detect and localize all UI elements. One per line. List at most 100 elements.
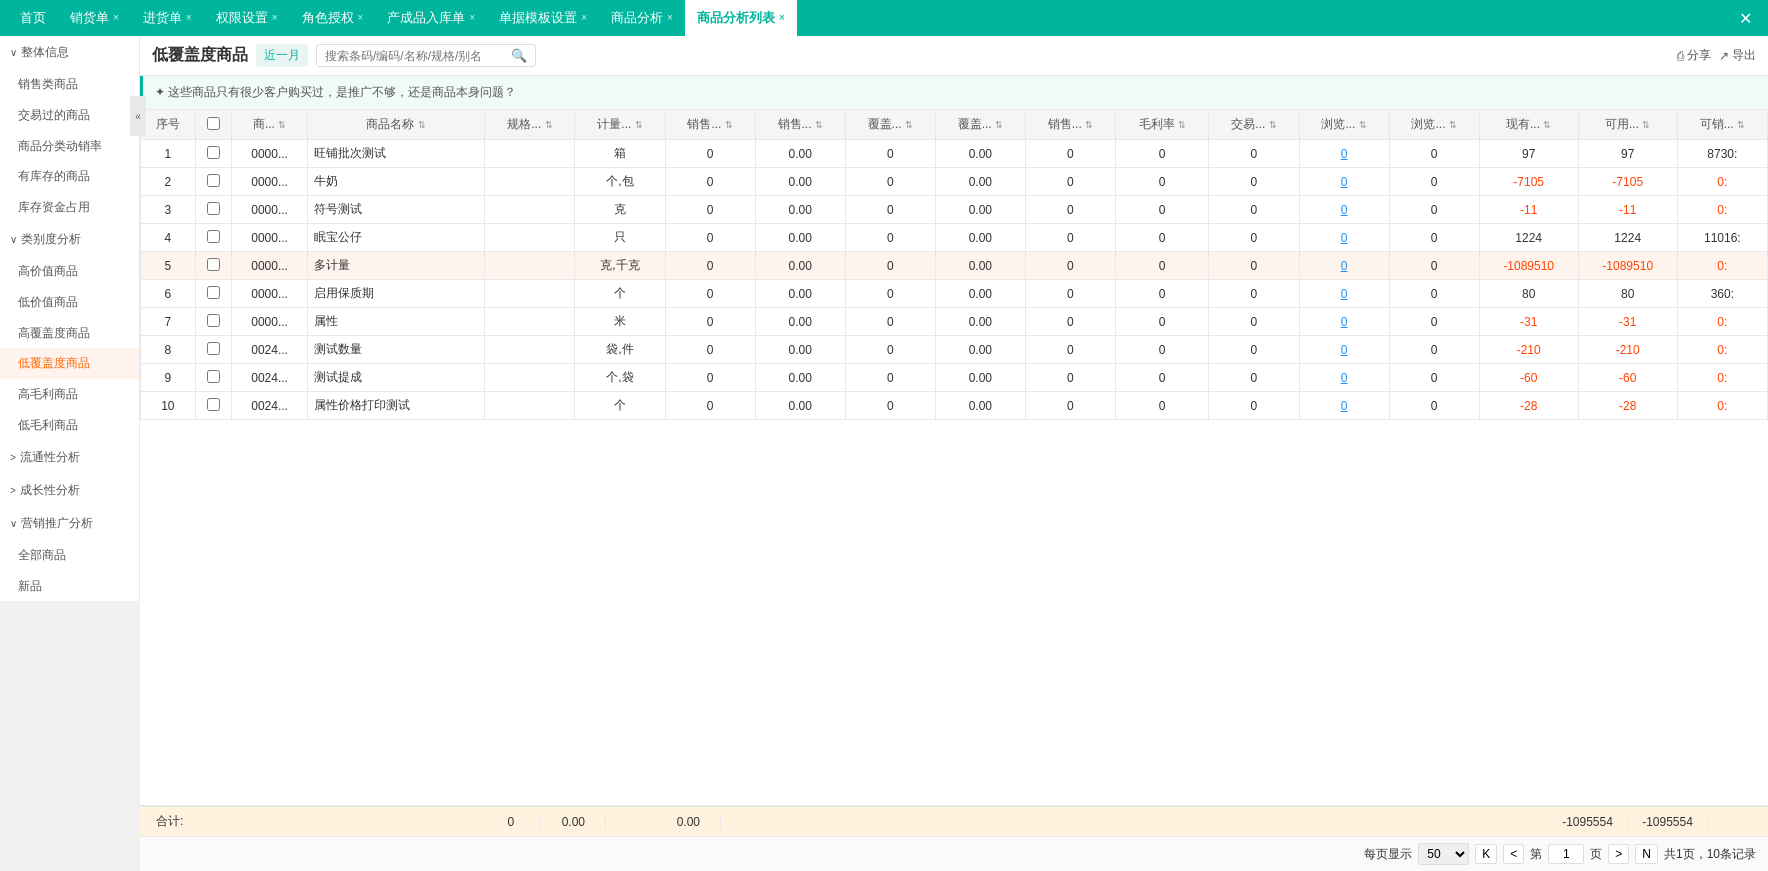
cell-check[interactable] [195,364,231,392]
sidebar-item-low-coverage[interactable]: 低覆盖度商品 [0,348,139,379]
sidebar-section-marketing[interactable]: ∨ 营销推广分析 [0,507,139,540]
close-purchase-icon[interactable]: × [186,0,192,36]
sidebar-item-new-goods[interactable]: 新品 [0,571,139,602]
cell-name: 测试提成 [307,364,484,392]
sidebar-collapse-button[interactable]: « [130,96,146,136]
nav-role[interactable]: 角色授权 × [290,0,376,36]
col-sales-mix[interactable]: 销售... ⇅ [1025,110,1115,140]
col-available[interactable]: 可用... ⇅ [1578,110,1677,140]
cell-browse-link[interactable]: 0 [1299,308,1389,336]
sidebar-item-traded-goods[interactable]: 交易过的商品 [0,100,139,131]
nav-template[interactable]: 单据模板设置 × [487,0,599,36]
close-goods-list-icon[interactable]: × [779,0,785,36]
cell-browse-count: 0 [1389,336,1479,364]
export-button[interactable]: ↗ 导出 [1719,47,1756,64]
cell-browse-link[interactable]: 0 [1299,168,1389,196]
col-gross[interactable]: 毛利率 ⇅ [1116,110,1209,140]
sidebar-item-stock-goods[interactable]: 有库存的商品 [0,161,139,192]
nav-purchase[interactable]: 进货单 × [131,0,204,36]
page-input[interactable] [1548,844,1584,864]
col-browse2[interactable]: 浏览... ⇅ [1389,110,1479,140]
prev-page-button[interactable]: < [1503,844,1524,864]
search-input[interactable] [325,49,507,63]
sidebar-item-low-value[interactable]: 低价值商品 [0,287,139,318]
cell-trans: 0 [1209,224,1299,252]
cell-check[interactable] [195,140,231,168]
col-name[interactable]: 商品名称 ⇅ [307,110,484,140]
window-close-button[interactable]: ✕ [1731,9,1760,28]
sidebar-item-category-rate[interactable]: 商品分类动销率 [0,131,139,162]
per-page-select[interactable]: 50 100 200 [1418,843,1469,865]
nav-goods-analysis-list[interactable]: 商品分析列表 × [685,0,797,36]
sidebar-item-stock-capital[interactable]: 库存资金占用 [0,192,139,223]
col-cover-count[interactable]: 覆盖... ⇅ [845,110,935,140]
col-code[interactable]: 商... ⇅ [232,110,308,140]
cell-browse-link[interactable]: 0 [1299,140,1389,168]
col-spec[interactable]: 规格... ⇅ [485,110,575,140]
cell-check[interactable] [195,224,231,252]
cell-check[interactable] [195,196,231,224]
nav-product-inbound[interactable]: 产成品入库单 × [375,0,487,36]
sidebar-item-high-value[interactable]: 高价值商品 [0,256,139,287]
cell-check[interactable] [195,252,231,280]
row-checkbox[interactable] [207,230,220,243]
cell-browse-link[interactable]: 0 [1299,224,1389,252]
cell-check[interactable] [195,308,231,336]
nav-home[interactable]: 首页 [8,0,58,36]
col-unit[interactable]: 计量... ⇅ [575,110,665,140]
row-checkbox[interactable] [207,202,220,215]
cell-check[interactable] [195,168,231,196]
col-sales-amt[interactable]: 销售... ⇅ [755,110,845,140]
row-checkbox[interactable] [207,342,220,355]
row-checkbox[interactable] [207,314,220,327]
sidebar-item-sales-goods[interactable]: 销售类商品 [0,69,139,100]
cell-browse-link[interactable]: 0 [1299,392,1389,420]
cell-browse-link[interactable]: 0 [1299,280,1389,308]
col-check[interactable] [195,110,231,140]
cell-check[interactable] [195,392,231,420]
cell-browse-link[interactable]: 0 [1299,364,1389,392]
nav-sales[interactable]: 销货单 × [58,0,131,36]
close-permission-icon[interactable]: × [272,0,278,36]
close-product-inbound-icon[interactable]: × [469,0,475,36]
select-all-checkbox[interactable] [207,117,220,130]
close-goods-analysis-icon[interactable]: × [667,0,673,36]
cell-browse-link[interactable]: 0 [1299,196,1389,224]
first-page-button[interactable]: K [1475,844,1497,864]
share-button[interactable]: ⎙ 分享 [1677,47,1711,64]
col-trans[interactable]: 交易... ⇅ [1209,110,1299,140]
nav-goods-analysis[interactable]: 商品分析 × [599,0,685,36]
sidebar-item-high-coverage[interactable]: 高覆盖度商品 [0,318,139,349]
period-button[interactable]: 近一月 [256,44,308,67]
sidebar-item-all-goods[interactable]: 全部商品 [0,540,139,571]
sidebar-item-high-profit[interactable]: 高毛利商品 [0,379,139,410]
row-checkbox[interactable] [207,370,220,383]
cell-browse-link[interactable]: 0 [1299,252,1389,280]
cell-browse-link[interactable]: 0 [1299,336,1389,364]
sidebar-section-category[interactable]: ∨ 类别度分析 [0,223,139,256]
row-checkbox[interactable] [207,286,220,299]
row-checkbox[interactable] [207,174,220,187]
col-cover-rate[interactable]: 覆盖... ⇅ [935,110,1025,140]
nav-permission[interactable]: 权限设置 × [204,0,290,36]
col-saleable[interactable]: 可销... ⇅ [1677,110,1767,140]
sidebar-section-flow[interactable]: > 流通性分析 [0,441,139,474]
sidebar-section-growth[interactable]: > 成长性分析 [0,474,139,507]
col-browse1[interactable]: 浏览... ⇅ [1299,110,1389,140]
col-current[interactable]: 现有... ⇅ [1479,110,1578,140]
cell-check[interactable] [195,336,231,364]
sidebar-item-low-profit[interactable]: 低毛利商品 [0,410,139,441]
row-checkbox[interactable] [207,258,220,271]
next-page-button[interactable]: > [1608,844,1629,864]
data-table-wrapper[interactable]: 序号 商... ⇅ 商品名称 ⇅ 规格... ⇅ 计量... ⇅ 销售... ⇅… [140,109,1768,805]
close-template-icon[interactable]: × [581,0,587,36]
col-sales-qty[interactable]: 销售... ⇅ [665,110,755,140]
row-checkbox[interactable] [207,146,220,159]
last-page-button[interactable]: N [1635,844,1658,864]
cell-check[interactable] [195,280,231,308]
close-sales-icon[interactable]: × [113,0,119,36]
close-role-icon[interactable]: × [358,0,364,36]
sidebar-section-overall[interactable]: ∨ 整体信息 [0,36,139,69]
row-checkbox[interactable] [207,398,220,411]
search-icon[interactable]: 🔍 [511,48,527,63]
